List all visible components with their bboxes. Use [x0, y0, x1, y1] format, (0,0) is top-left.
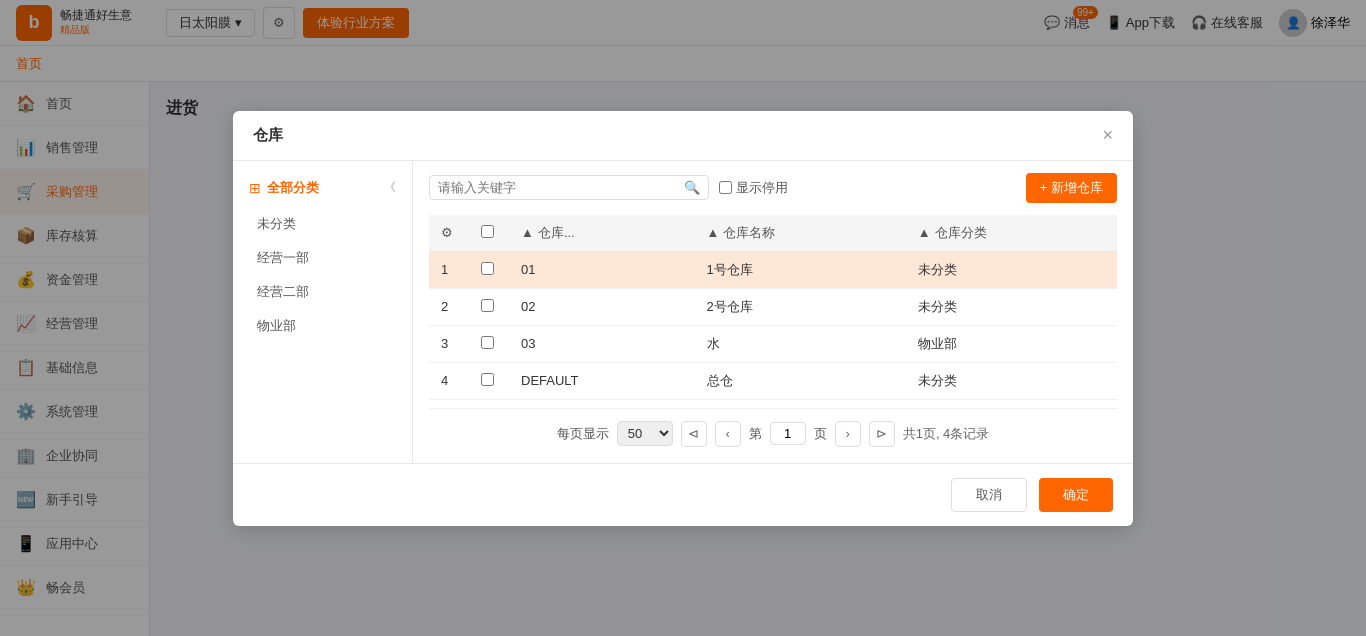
category-item-dept1[interactable]: 经营一部 — [233, 241, 412, 275]
row-select-checkbox[interactable] — [481, 262, 494, 275]
grid-icon: ⊞ — [249, 180, 261, 196]
sort-icon: ▲ — [521, 225, 534, 240]
dialog-toolbar: 🔍 显示停用 + 新增仓库 — [429, 173, 1117, 203]
category-item-uncategorized[interactable]: 未分类 — [233, 207, 412, 241]
collapse-icon[interactable]: 《 — [384, 179, 396, 196]
first-page-button[interactable]: ⊲ — [681, 421, 707, 447]
row-code: 01 — [509, 251, 695, 288]
table-panel: 🔍 显示停用 + 新增仓库 ⚙ — [413, 161, 1133, 463]
add-warehouse-button[interactable]: + 新增仓库 — [1026, 173, 1117, 203]
show-disabled-checkbox[interactable]: 显示停用 — [719, 179, 788, 197]
dialog-footer: 取消 确定 — [233, 463, 1133, 526]
row-name: 2号仓库 — [695, 288, 906, 325]
show-disabled-label: 显示停用 — [736, 179, 788, 197]
per-page-select[interactable]: 50 10 20 100 — [617, 421, 673, 446]
page-input[interactable] — [770, 422, 806, 445]
category-item-property[interactable]: 物业部 — [233, 309, 412, 343]
warehouse-dialog: 仓库 × ⊞ 全部分类 《 未分类 经营一部 经营二部 — [233, 111, 1133, 526]
row-select-checkbox[interactable] — [481, 373, 494, 386]
show-disabled-check[interactable] — [719, 181, 732, 194]
last-page-button[interactable]: ⊳ — [869, 421, 895, 447]
search-icon[interactable]: 🔍 — [684, 180, 700, 195]
row-name: 总仓 — [695, 362, 906, 399]
cancel-button[interactable]: 取消 — [951, 478, 1027, 512]
sort-category[interactable]: ▲ 仓库分类 — [918, 224, 1105, 242]
table-row[interactable]: 3 03 水 物业部 — [429, 325, 1117, 362]
sort-code[interactable]: ▲ 仓库... — [521, 224, 683, 242]
th-checkbox — [469, 215, 509, 252]
th-name: ▲ 仓库名称 — [695, 215, 906, 252]
category-item-dept2[interactable]: 经营二部 — [233, 275, 412, 309]
row-index: 3 — [429, 325, 469, 362]
sort-icon: ▲ — [707, 225, 720, 240]
row-checkbox — [469, 325, 509, 362]
row-category: 未分类 — [906, 288, 1117, 325]
page-total: 共1页, 4条记录 — [903, 425, 990, 443]
confirm-button[interactable]: 确定 — [1039, 478, 1113, 512]
dialog-body: ⊞ 全部分类 《 未分类 经营一部 经营二部 物业部 — [233, 161, 1133, 463]
sort-icon: ▲ — [918, 225, 931, 240]
row-name: 1号仓库 — [695, 251, 906, 288]
page-unit: 页 — [814, 425, 827, 443]
per-page-label: 每页显示 — [557, 425, 609, 443]
page-label: 第 — [749, 425, 762, 443]
row-category: 未分类 — [906, 251, 1117, 288]
category-all[interactable]: ⊞ 全部分类 《 — [233, 173, 412, 207]
th-settings: ⚙ — [429, 215, 469, 252]
row-select-checkbox[interactable] — [481, 299, 494, 312]
category-all-label: 全部分类 — [267, 179, 319, 197]
search-input[interactable] — [438, 180, 684, 195]
next-page-button[interactable]: › — [835, 421, 861, 447]
select-all-checkbox[interactable] — [481, 225, 494, 238]
table-row[interactable]: 4 DEFAULT 总仓 未分类 — [429, 362, 1117, 399]
dialog-header: 仓库 × — [233, 111, 1133, 161]
category-panel: ⊞ 全部分类 《 未分类 经营一部 经营二部 物业部 — [233, 161, 413, 463]
row-category: 未分类 — [906, 362, 1117, 399]
row-category: 物业部 — [906, 325, 1117, 362]
warehouse-table: ⚙ ▲ 仓库... — [429, 215, 1117, 400]
row-index: 2 — [429, 288, 469, 325]
row-index: 4 — [429, 362, 469, 399]
row-checkbox — [469, 288, 509, 325]
row-code: DEFAULT — [509, 362, 695, 399]
table-row[interactable]: 2 02 2号仓库 未分类 — [429, 288, 1117, 325]
row-name: 水 — [695, 325, 906, 362]
row-checkbox — [469, 251, 509, 288]
th-category: ▲ 仓库分类 — [906, 215, 1117, 252]
row-select-checkbox[interactable] — [481, 336, 494, 349]
sort-name[interactable]: ▲ 仓库名称 — [707, 224, 894, 242]
row-code: 02 — [509, 288, 695, 325]
th-code: ▲ 仓库... — [509, 215, 695, 252]
search-box: 🔍 — [429, 175, 709, 200]
gear-icon[interactable]: ⚙ — [441, 225, 453, 240]
close-icon[interactable]: × — [1102, 125, 1113, 146]
prev-page-button[interactable]: ‹ — [715, 421, 741, 447]
row-code: 03 — [509, 325, 695, 362]
row-index: 1 — [429, 251, 469, 288]
dialog-title: 仓库 — [253, 126, 283, 145]
table-row[interactable]: 1 01 1号仓库 未分类 — [429, 251, 1117, 288]
row-checkbox — [469, 362, 509, 399]
pagination: 每页显示 50 10 20 100 ⊲ ‹ 第 页 › ⊳ 共1页, 4条记录 — [429, 408, 1117, 451]
dialog-overlay: 仓库 × ⊞ 全部分类 《 未分类 经营一部 经营二部 — [0, 0, 1366, 636]
